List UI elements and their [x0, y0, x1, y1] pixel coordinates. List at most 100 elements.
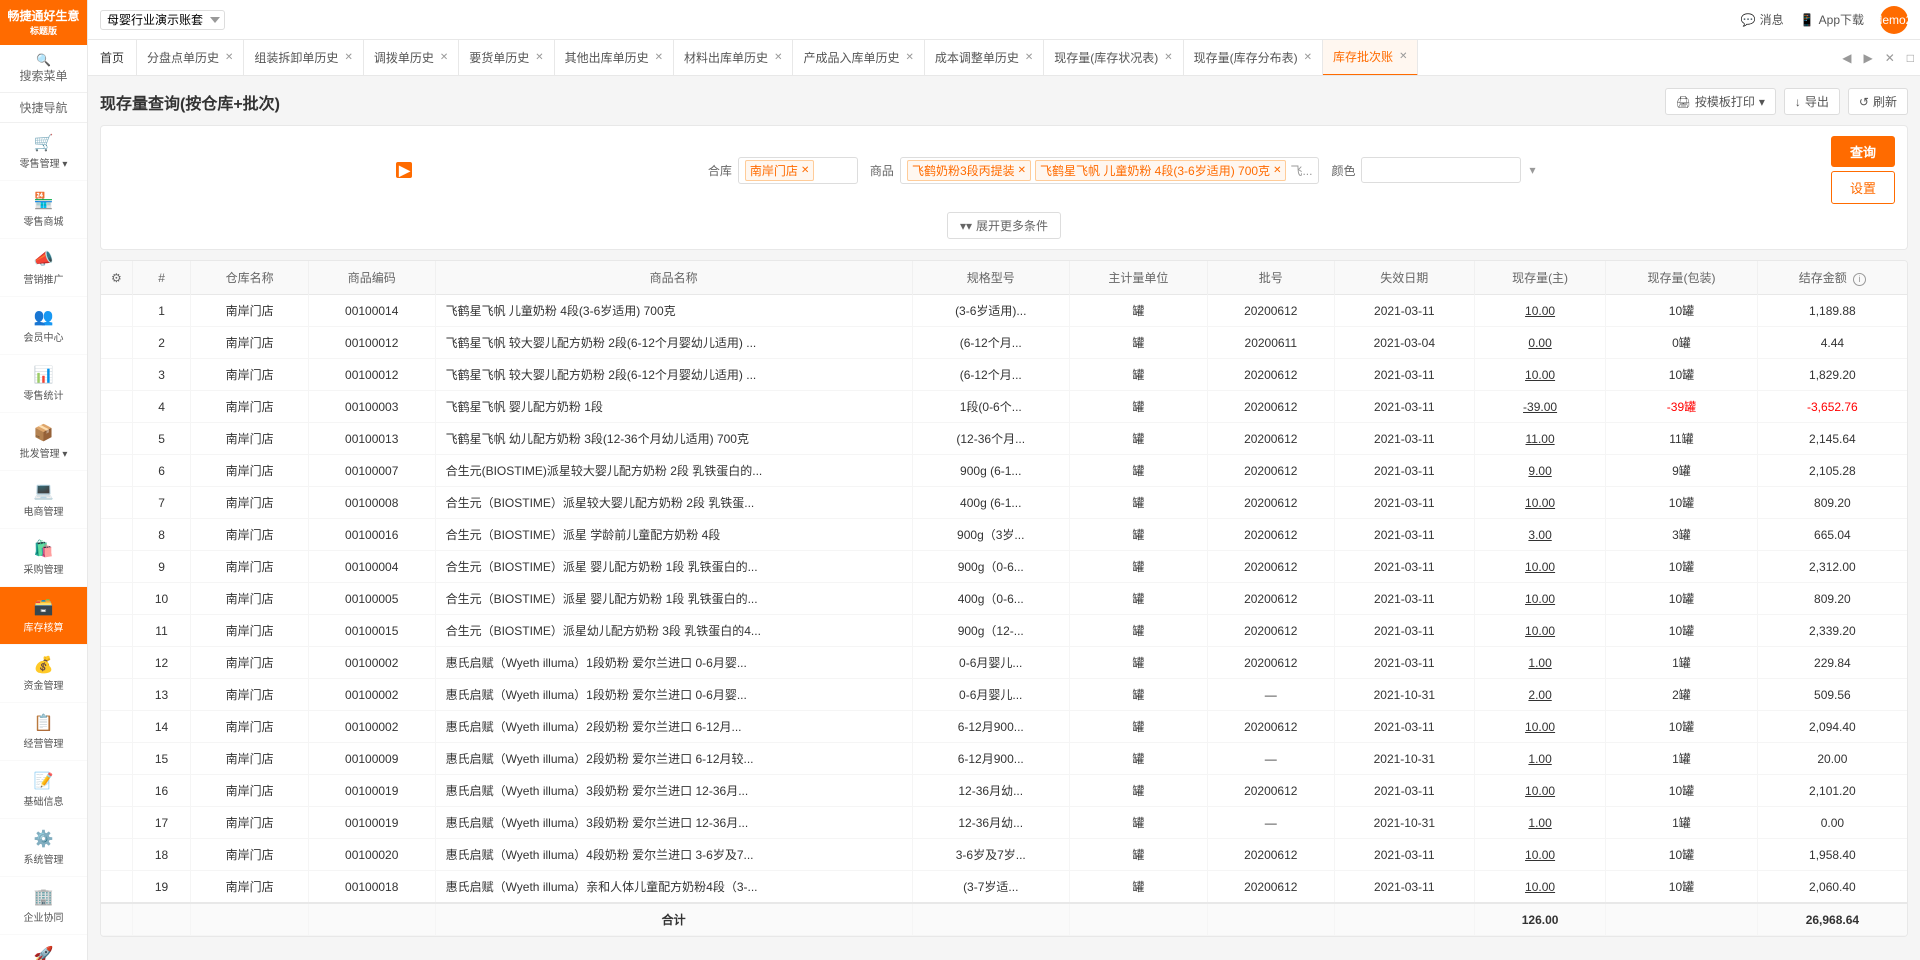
sidebar-item-enterprise[interactable]: 🏢企业协同 — [0, 877, 87, 935]
stock-main-link[interactable]: 10.00 — [1525, 304, 1555, 318]
stock-main-link[interactable]: 1.00 — [1528, 656, 1551, 670]
stock-main-link[interactable]: 1.00 — [1528, 816, 1551, 830]
stock-main-link[interactable]: 10.00 — [1525, 848, 1555, 862]
sidebar-item-finance[interactable]: 💰资金管理 — [0, 645, 87, 703]
stock-main-link[interactable]: 9.00 — [1528, 464, 1551, 478]
tab-close-xianzai1[interactable]: ✕ — [1164, 52, 1172, 63]
cell-code: 00100005 — [308, 583, 435, 615]
stock-main-link[interactable]: 3.00 — [1528, 528, 1551, 542]
product-tag-2[interactable]: 飞鹤星飞帆 儿童奶粉 4段(3-6岁适用) 700克 ✕ — [1035, 160, 1286, 181]
tab-xianzai2[interactable]: 现存量(库存分布表)✕ — [1184, 40, 1323, 76]
refresh-btn[interactable]: ↺ 刷新 — [1848, 88, 1908, 115]
stock-main-link[interactable]: 10.00 — [1525, 560, 1555, 574]
tab-close-yaohuo[interactable]: ✕ — [535, 52, 543, 63]
cell-balance: 2,094.40 — [1757, 711, 1907, 743]
tab-close-chengpin[interactable]: ✕ — [905, 52, 913, 63]
tab-close-zuchai[interactable]: ✕ — [344, 52, 352, 63]
tab-close-pici[interactable]: ✕ — [1399, 51, 1407, 62]
sidebar-item-retail-shop[interactable]: 🏪零售商城 — [0, 181, 87, 239]
sidebar-item-batch-mgmt[interactable]: 📦批发管理 ▾ — [0, 413, 87, 471]
product-tags[interactable]: 飞鹤奶粉3段丙提装 ✕ 飞鹤星飞帆 儿童奶粉 4段(3-6岁适用) 700克 ✕… — [900, 157, 1320, 184]
expand-more-btn[interactable]: ▾▾ 展开更多条件 — [947, 212, 1061, 239]
sidebar-item-inventory[interactable]: 🗃️库存核算 — [0, 587, 87, 645]
sidebar-search[interactable]: 🔍 搜索菜单 — [0, 45, 87, 93]
tab-chengben[interactable]: 成本调整单历史✕ — [925, 40, 1044, 76]
cell-name: 合生元（BIOSTIME）派星较大婴儿配方奶粉 2段 乳铁蛋... — [435, 487, 912, 519]
template-print-btn[interactable]: 🖨 按模板打印 ▾ — [1665, 88, 1776, 115]
sidebar-item-ops-mgmt[interactable]: 📋经营管理 — [0, 703, 87, 761]
export-btn[interactable]: ↓ 导出 — [1784, 88, 1840, 115]
product-tag-1-close[interactable]: ✕ — [1018, 165, 1026, 176]
account-selector[interactable]: 母婴行业演示账套 — [100, 10, 225, 30]
stock-main-link[interactable]: 0.00 — [1528, 336, 1551, 350]
tab-close-chengben[interactable]: ✕ — [1025, 52, 1033, 63]
tab-xianzai1[interactable]: 现存量(库存状况表)✕ — [1044, 40, 1183, 76]
tab-close-tiaoba[interactable]: ✕ — [440, 52, 448, 63]
product-tag-2-close[interactable]: ✕ — [1273, 165, 1281, 176]
tab-close-btn[interactable]: ✕ — [1879, 40, 1901, 76]
warehouse-tags[interactable]: 南岸门店 ✕ — [738, 157, 858, 184]
stock-main-link[interactable]: 10.00 — [1525, 880, 1555, 894]
stock-main-link[interactable]: 11.00 — [1526, 432, 1555, 446]
sidebar-item-guide[interactable]: 🚀新手引导 — [0, 935, 87, 960]
cell-stock-main: 9.00 — [1474, 455, 1605, 487]
tab-zuchai[interactable]: 组装拆卸单历史✕ — [244, 40, 363, 76]
stock-main-link[interactable]: 10.00 — [1525, 784, 1555, 798]
sidebar-quick-nav[interactable]: 快捷导航 — [0, 93, 87, 123]
tab-next-btn[interactable]: ▶ — [1857, 40, 1878, 76]
sidebar-item-retail-stats[interactable]: 📊零售统计 — [0, 355, 87, 413]
sidebar-item-marketing[interactable]: 📣营销推广 — [0, 239, 87, 297]
cell-seq: 13 — [132, 679, 191, 711]
tab-fenpan[interactable]: 分盘点单历史✕ — [137, 40, 244, 76]
tab-cailiao[interactable]: 材料出库单历史✕ — [674, 40, 793, 76]
tab-close-cailiao[interactable]: ✕ — [774, 52, 782, 63]
warehouse-tag-close[interactable]: ✕ — [801, 165, 809, 176]
color-tags[interactable] — [1361, 157, 1521, 183]
sidebar-item-purchase-mgmt[interactable]: 🛍️采购管理 — [0, 529, 87, 587]
cell-spec: 900g（0-6... — [912, 551, 1069, 583]
sidebar-item-basic-info[interactable]: 📝基础信息 — [0, 761, 87, 819]
table-row: 17 南岸门店 00100019 惠氏启赋（Wyeth illuma）3段奶粉 … — [101, 807, 1907, 839]
query-button[interactable]: 查询 — [1831, 136, 1895, 167]
stock-main-link[interactable]: 1.00 — [1528, 752, 1551, 766]
product-tag-more[interactable]: 飞... — [1290, 162, 1312, 179]
color-dropdown-icon[interactable]: ▾ — [1529, 163, 1535, 177]
stock-main-link[interactable]: 2.00 — [1528, 688, 1551, 702]
user-avatar[interactable]: demo2 — [1880, 6, 1908, 34]
stock-main-link[interactable]: -39.00 — [1523, 400, 1557, 414]
tab-more-btn[interactable]: □ — [1901, 40, 1920, 76]
tab-pici[interactable]: 库存批次账✕ — [1323, 40, 1418, 76]
app-download-btn[interactable]: 📱 App下载 — [1800, 11, 1864, 28]
tab-home[interactable]: 首页 — [88, 40, 137, 76]
cell-stock-pkg: 10罐 — [1606, 487, 1758, 519]
cell-code: 00100003 — [308, 391, 435, 423]
cell-name: 飞鹤星飞帆 较大婴儿配方奶粉 2段(6-12个月婴幼儿适用) ... — [435, 327, 912, 359]
stock-main-link[interactable]: 10.00 — [1525, 720, 1555, 734]
warehouse-tag-1[interactable]: 南岸门店 ✕ — [745, 160, 814, 181]
tab-tiaoba[interactable]: 调拨单历史✕ — [364, 40, 459, 76]
sidebar-item-sys-mgmt[interactable]: ⚙️系统管理 — [0, 819, 87, 877]
tab-prev-btn[interactable]: ◀ — [1836, 40, 1857, 76]
tab-qita[interactable]: 其他出库单历史✕ — [555, 40, 674, 76]
filter-expand-toggle[interactable]: ▶ — [396, 162, 412, 178]
stock-main-link[interactable]: 10.00 — [1525, 624, 1555, 638]
tab-close-xianzai2[interactable]: ✕ — [1304, 52, 1312, 63]
stock-main-link[interactable]: 10.00 — [1525, 496, 1555, 510]
message-btn[interactable]: 💬 消息 — [1741, 11, 1784, 28]
balance-info-icon[interactable]: i — [1853, 273, 1866, 286]
cell-spec: 0-6月婴儿... — [912, 647, 1069, 679]
th-settings[interactable]: ⚙ — [101, 261, 132, 295]
stock-main-link[interactable]: 10.00 — [1525, 592, 1555, 606]
sidebar-item-ecommerce[interactable]: 💻电商管理 — [0, 471, 87, 529]
tab-close-fenpan[interactable]: ✕ — [225, 52, 233, 63]
settings-button[interactable]: 设置 — [1831, 171, 1895, 204]
table-row: 7 南岸门店 00100008 合生元（BIOSTIME）派星较大婴儿配方奶粉 … — [101, 487, 1907, 519]
sidebar-item-member-center[interactable]: 👥会员中心 — [0, 297, 87, 355]
sidebar-item-retail-mgmt[interactable]: 🛒零售管理 ▾ — [0, 123, 87, 181]
tab-close-qita[interactable]: ✕ — [655, 52, 663, 63]
stock-main-link[interactable]: 10.00 — [1525, 368, 1555, 382]
sidebar-label-retail-mgmt: 零售管理 ▾ — [4, 155, 83, 170]
tab-yaohuo[interactable]: 要货单历史✕ — [459, 40, 554, 76]
product-tag-1[interactable]: 飞鹤奶粉3段丙提装 ✕ — [907, 160, 1031, 181]
tab-chengpin[interactable]: 产成品入库单历史✕ — [793, 40, 924, 76]
